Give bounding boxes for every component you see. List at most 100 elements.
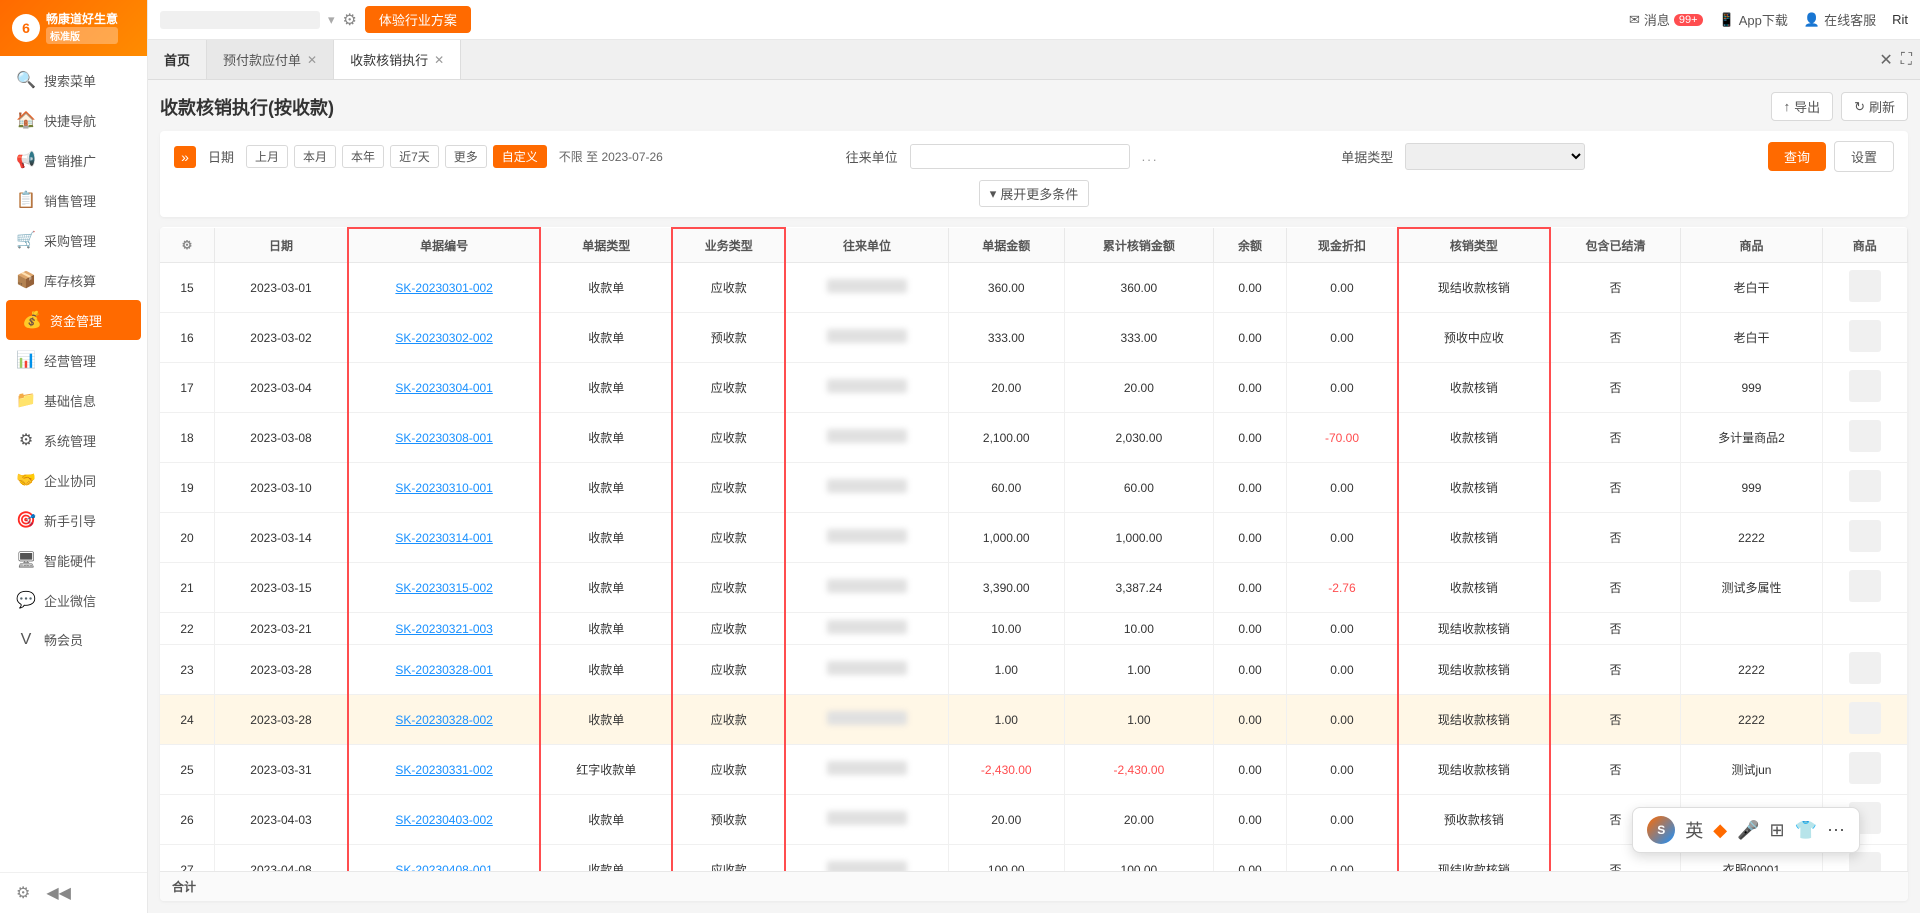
sidebar-item-12[interactable]: 🖥智能硬件: [0, 540, 147, 580]
sidebar-item-5[interactable]: 📦库存核算: [0, 260, 147, 300]
sidebar-item-7[interactable]: 📊经营管理: [0, 340, 147, 380]
ft-shirt-icon[interactable]: 👕: [1795, 820, 1817, 841]
tab-close-all-icon[interactable]: ✕: [1879, 50, 1892, 70]
th-biz-type[interactable]: 业务类型: [672, 228, 785, 263]
date-this-month[interactable]: 本月: [294, 145, 336, 168]
sidebar-item-4[interactable]: 🛒采购管理: [0, 220, 147, 260]
td-doc-no[interactable]: SK-20230331-002: [348, 745, 540, 795]
sidebar-label-10: 企业协同: [44, 471, 96, 490]
th-date[interactable]: 日期: [215, 228, 348, 263]
sidebar-item-1[interactable]: 🏠快捷导航: [0, 100, 147, 140]
online-service-button[interactable]: 👤 在线客服: [1804, 10, 1876, 29]
tab-home[interactable]: 首页: [148, 40, 207, 79]
td-amount: 10.00: [949, 613, 1064, 645]
query-button[interactable]: 查询: [1768, 142, 1826, 171]
ft-dots-icon[interactable]: ⋯: [1827, 820, 1845, 841]
gear-icon[interactable]: ⚙: [343, 10, 357, 30]
product-thumbnail: [1849, 520, 1881, 552]
export-button[interactable]: ↑ 导出: [1771, 92, 1834, 121]
partner-input[interactable]: [910, 144, 1130, 169]
collapse-icon[interactable]: ◀◀: [46, 883, 71, 903]
th-balance[interactable]: 余额: [1214, 228, 1286, 263]
td-doc-no[interactable]: SK-20230301-002: [348, 263, 540, 313]
sidebar-item-6[interactable]: 💰资金管理: [6, 300, 141, 340]
td-biz-type: 应收款: [672, 463, 785, 513]
table-row: 15 2023-03-01 SK-20230301-002 收款单 应收款 36…: [160, 263, 1908, 313]
settings-icon[interactable]: ⚙: [16, 883, 30, 903]
td-product: 2222: [1681, 513, 1822, 563]
td-discount: 0.00: [1286, 795, 1398, 845]
product-thumbnail: [1849, 470, 1881, 502]
td-doc-no[interactable]: SK-20230408-001: [348, 845, 540, 872]
expand-conditions-button[interactable]: ▾ 展开更多条件: [979, 180, 1090, 207]
ft-grid-icon[interactable]: ⊞: [1769, 820, 1784, 841]
th-amount[interactable]: 单据金额: [949, 228, 1064, 263]
date-custom[interactable]: 自定义: [493, 145, 547, 168]
filter-dots: ...: [1142, 149, 1159, 164]
date-more[interactable]: 更多: [445, 145, 487, 168]
refresh-button[interactable]: ↻ 刷新: [1841, 92, 1908, 121]
td-doc-no[interactable]: SK-20230314-001: [348, 513, 540, 563]
tab-prepayment-close[interactable]: ✕: [307, 53, 317, 67]
sidebar-icon-1: 🏠: [16, 110, 36, 130]
td-date: 2023-03-08: [215, 413, 348, 463]
ft-dot-icon[interactable]: ◆: [1713, 820, 1727, 841]
td-included: 否: [1550, 413, 1681, 463]
td-product: 2222: [1681, 645, 1822, 695]
tab-verify[interactable]: 收款核销执行 ✕: [334, 40, 461, 79]
sidebar-item-11[interactable]: 🎯新手引导: [0, 500, 147, 540]
td-cumulative: 360.00: [1064, 263, 1214, 313]
td-doc-no[interactable]: SK-20230310-001: [348, 463, 540, 513]
td-no: 20: [160, 513, 215, 563]
sidebar-item-9[interactable]: ⚙系统管理: [0, 420, 147, 460]
tab-expand-icon[interactable]: ⛶: [1901, 51, 1912, 69]
tab-prepayment[interactable]: 预付款应付单 ✕: [207, 40, 334, 79]
th-discount[interactable]: 现金折扣: [1286, 228, 1398, 263]
td-cumulative: 60.00: [1064, 463, 1214, 513]
dropdown-icon[interactable]: ▾: [328, 12, 335, 28]
td-doc-no[interactable]: SK-20230315-002: [348, 563, 540, 613]
td-doc-no[interactable]: SK-20230321-003: [348, 613, 540, 645]
page-header: 收款核销执行(按收款) ↑ 导出 ↻ 刷新: [160, 92, 1908, 121]
td-doc-no[interactable]: SK-20230328-002: [348, 695, 540, 745]
th-partner[interactable]: 往来单位: [785, 228, 948, 263]
th-verify-type[interactable]: 核销类型: [1398, 228, 1549, 263]
th-product[interactable]: 商品: [1681, 228, 1822, 263]
th-settings[interactable]: ⚙: [160, 228, 215, 263]
ft-text-icon[interactable]: 英: [1685, 817, 1703, 843]
th-product2[interactable]: 商品: [1822, 228, 1907, 263]
th-doc-type[interactable]: 单据类型: [540, 228, 672, 263]
td-doc-no[interactable]: SK-20230302-002: [348, 313, 540, 363]
solution-button[interactable]: 体验行业方案: [365, 6, 471, 33]
sidebar-item-10[interactable]: 🤝企业协同: [0, 460, 147, 500]
sidebar-item-13[interactable]: 💬企业微信: [0, 580, 147, 620]
date-last-month[interactable]: 上月: [246, 145, 288, 168]
sidebar-item-0[interactable]: 🔍搜索菜单: [0, 60, 147, 100]
sidebar-item-14[interactable]: V畅会员: [0, 620, 147, 659]
table-wrap[interactable]: ⚙ 日期 单据编号 单据类型 业务类型 往来单位 单据金额 累计核销金额 余额 …: [160, 227, 1908, 871]
tab-home-label: 首页: [164, 50, 190, 69]
setting-button[interactable]: 设置: [1834, 141, 1894, 172]
td-balance: 0.00: [1214, 845, 1286, 872]
doc-type-select[interactable]: [1405, 143, 1585, 170]
filter-toggle-button[interactable]: »: [174, 146, 196, 168]
app-download-button[interactable]: 📱 App下载: [1719, 10, 1788, 29]
td-doc-no[interactable]: SK-20230328-001: [348, 645, 540, 695]
sidebar-item-2[interactable]: 📢营销推广: [0, 140, 147, 180]
messages-button[interactable]: ✉ 消息 99+: [1629, 10, 1703, 29]
td-doc-no[interactable]: SK-20230308-001: [348, 413, 540, 463]
sidebar-item-3[interactable]: 📋销售管理: [0, 180, 147, 220]
tab-verify-close[interactable]: ✕: [434, 53, 444, 67]
th-doc-no[interactable]: 单据编号: [348, 228, 540, 263]
date-this-year[interactable]: 本年: [342, 145, 384, 168]
td-verify-type: 现结收款核销: [1398, 845, 1549, 872]
th-included[interactable]: 包含已结清: [1550, 228, 1681, 263]
th-cumulative[interactable]: 累计核销金额: [1064, 228, 1214, 263]
table-row: 21 2023-03-15 SK-20230315-002 收款单 应收款 3,…: [160, 563, 1908, 613]
sidebar-item-8[interactable]: 📁基础信息: [0, 380, 147, 420]
date-7-days[interactable]: 近7天: [390, 145, 439, 168]
ft-mic-icon[interactable]: 🎤: [1737, 820, 1759, 841]
td-doc-no[interactable]: SK-20230403-002: [348, 795, 540, 845]
breadcrumb-text: [160, 11, 320, 29]
td-doc-no[interactable]: SK-20230304-001: [348, 363, 540, 413]
